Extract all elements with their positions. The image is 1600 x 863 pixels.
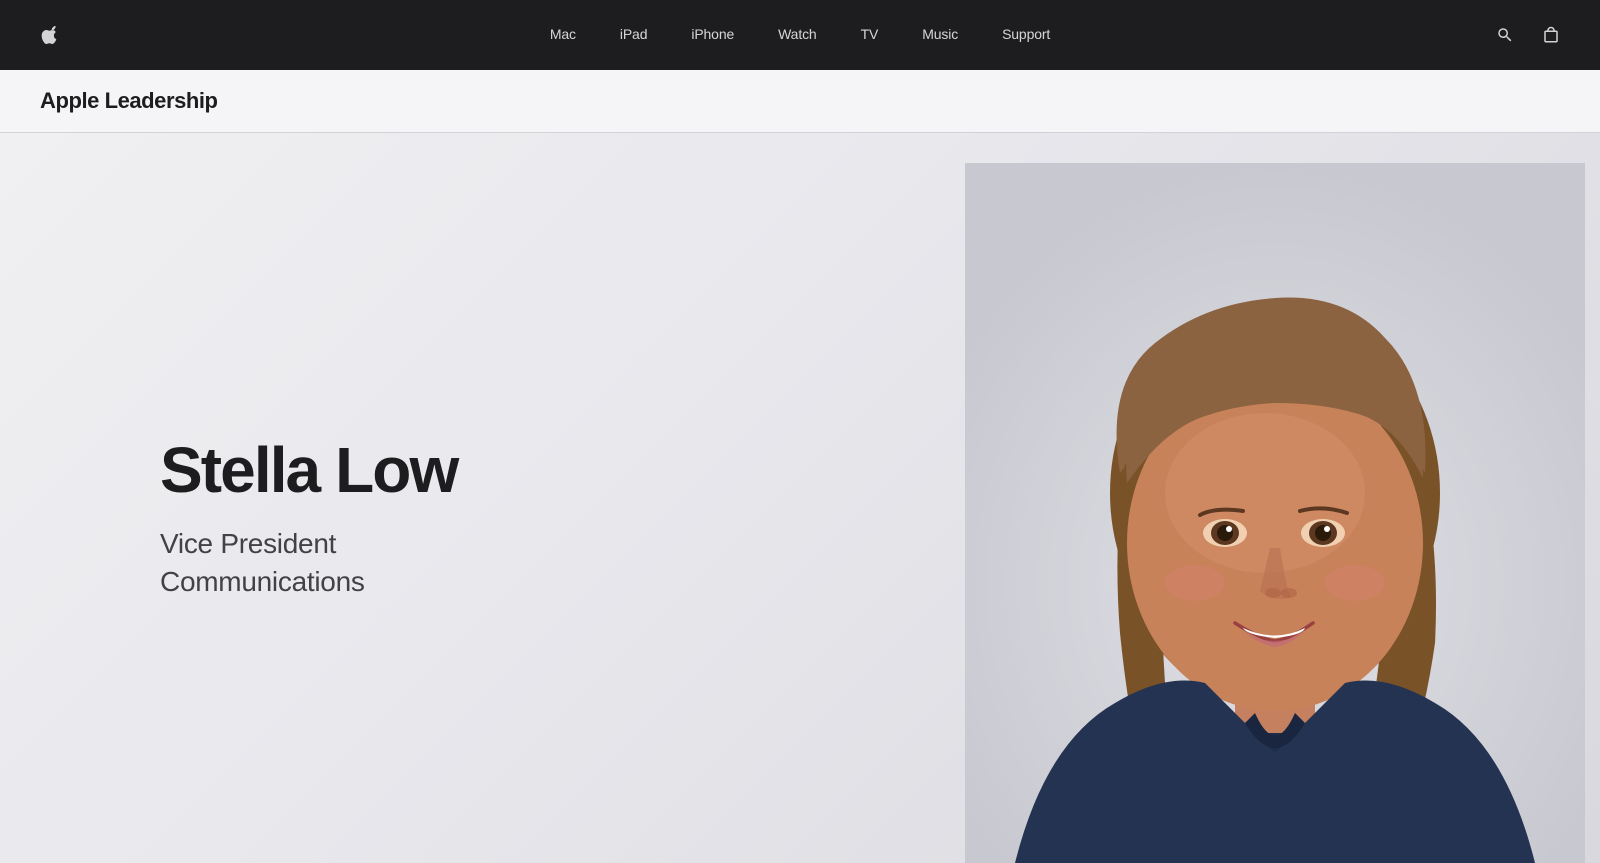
person-info: Stella Low Vice President Communications xyxy=(0,395,457,601)
nav-link-iphone[interactable]: iPhone xyxy=(669,26,756,42)
nav-links-list: Mac iPad iPhone Watch TV Music Support xyxy=(528,26,1072,44)
nav-link-support[interactable]: Support xyxy=(980,26,1072,42)
search-icon xyxy=(1496,26,1514,44)
page-title: Apple Leadership xyxy=(40,88,1560,114)
apple-logo-icon xyxy=(40,26,58,44)
person-role-line1: Vice President xyxy=(160,528,336,559)
nav-logo-area xyxy=(40,26,58,44)
portrait-area xyxy=(950,133,1600,863)
person-name: Stella Low xyxy=(160,435,457,505)
page-header: Apple Leadership xyxy=(0,70,1600,133)
nav-item-tv[interactable]: TV xyxy=(839,26,901,44)
nav-link-mac[interactable]: Mac xyxy=(528,26,598,42)
main-nav: Mac iPad iPhone Watch TV Music Support xyxy=(0,0,1600,70)
person-portrait xyxy=(965,163,1585,863)
nav-item-mac[interactable]: Mac xyxy=(528,26,598,44)
nav-item-iphone[interactable]: iPhone xyxy=(669,26,756,44)
nav-item-music[interactable]: Music xyxy=(900,26,980,44)
apple-logo-button[interactable] xyxy=(40,26,58,44)
search-button[interactable] xyxy=(1496,26,1514,44)
nav-link-watch[interactable]: Watch xyxy=(756,26,838,42)
main-content: Stella Low Vice President Communications xyxy=(0,133,1600,863)
person-role-line2: Communications xyxy=(160,566,365,597)
nav-link-ipad[interactable]: iPad xyxy=(598,26,669,42)
shopping-bag-icon xyxy=(1542,26,1560,44)
nav-icons-area xyxy=(1496,26,1560,44)
person-role: Vice President Communications xyxy=(160,525,457,601)
nav-item-watch[interactable]: Watch xyxy=(756,26,838,44)
bag-button[interactable] xyxy=(1542,26,1560,44)
nav-link-tv[interactable]: TV xyxy=(839,26,901,42)
nav-item-ipad[interactable]: iPad xyxy=(598,26,669,44)
nav-link-music[interactable]: Music xyxy=(900,26,980,42)
nav-item-support[interactable]: Support xyxy=(980,26,1072,44)
